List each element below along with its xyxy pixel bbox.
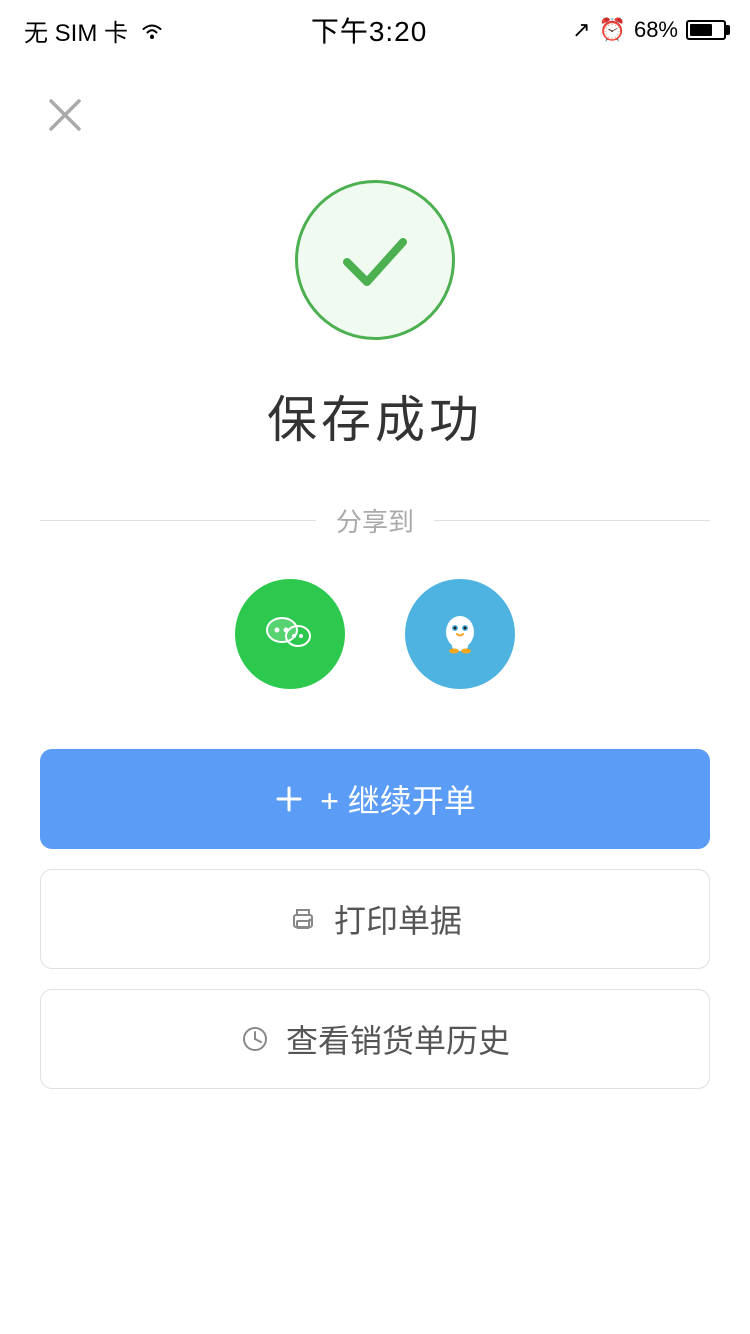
close-button[interactable] xyxy=(40,90,90,140)
print-button[interactable]: 打印单据 xyxy=(40,869,710,969)
divider-left xyxy=(40,520,316,521)
close-button-row xyxy=(40,60,710,160)
close-icon xyxy=(47,97,83,133)
battery-icon xyxy=(686,20,726,40)
carrier-text: 无 SIM 卡 xyxy=(24,13,128,48)
action-buttons: + 继续开单 打印单据 查看销 xyxy=(40,749,710,1089)
success-icon-circle xyxy=(295,180,455,340)
plus-icon xyxy=(274,784,304,814)
checkmark-icon xyxy=(335,220,415,300)
qq-icon xyxy=(430,604,490,664)
share-label: 分享到 xyxy=(336,502,414,539)
success-title: 保存成功 xyxy=(267,380,483,452)
print-label: 打印单据 xyxy=(334,896,462,942)
share-qq-button[interactable] xyxy=(405,579,515,689)
wifi-icon xyxy=(138,20,166,40)
status-bar: 无 SIM 卡 下午3:20 ↗ ⏰ 68% xyxy=(0,0,750,60)
alarm-icon: ⏰ xyxy=(599,17,626,43)
history-button[interactable]: 查看销货单历史 xyxy=(40,989,710,1089)
continue-button[interactable]: + 继续开单 xyxy=(40,749,710,849)
share-wechat-button[interactable] xyxy=(235,579,345,689)
continue-label: + 继续开单 xyxy=(320,776,476,822)
wechat-icon xyxy=(260,604,320,664)
main-content: 保存成功 分享到 xyxy=(0,60,750,1089)
divider-right xyxy=(434,520,710,521)
status-carrier: 无 SIM 卡 xyxy=(24,13,166,48)
battery-fill xyxy=(690,24,712,36)
plus-svg xyxy=(274,784,304,814)
print-icon xyxy=(288,904,318,934)
battery-text: 68% xyxy=(634,17,678,43)
printer-svg xyxy=(288,904,318,934)
clock-svg xyxy=(240,1024,270,1054)
share-divider: 分享到 xyxy=(40,502,710,539)
history-icon xyxy=(240,1024,270,1054)
status-right: ↗ ⏰ 68% xyxy=(572,17,726,43)
location-icon: ↗ xyxy=(572,17,590,43)
share-row xyxy=(235,579,515,689)
status-time: 下午3:20 xyxy=(311,10,428,50)
history-label: 查看销货单历史 xyxy=(286,1016,510,1062)
